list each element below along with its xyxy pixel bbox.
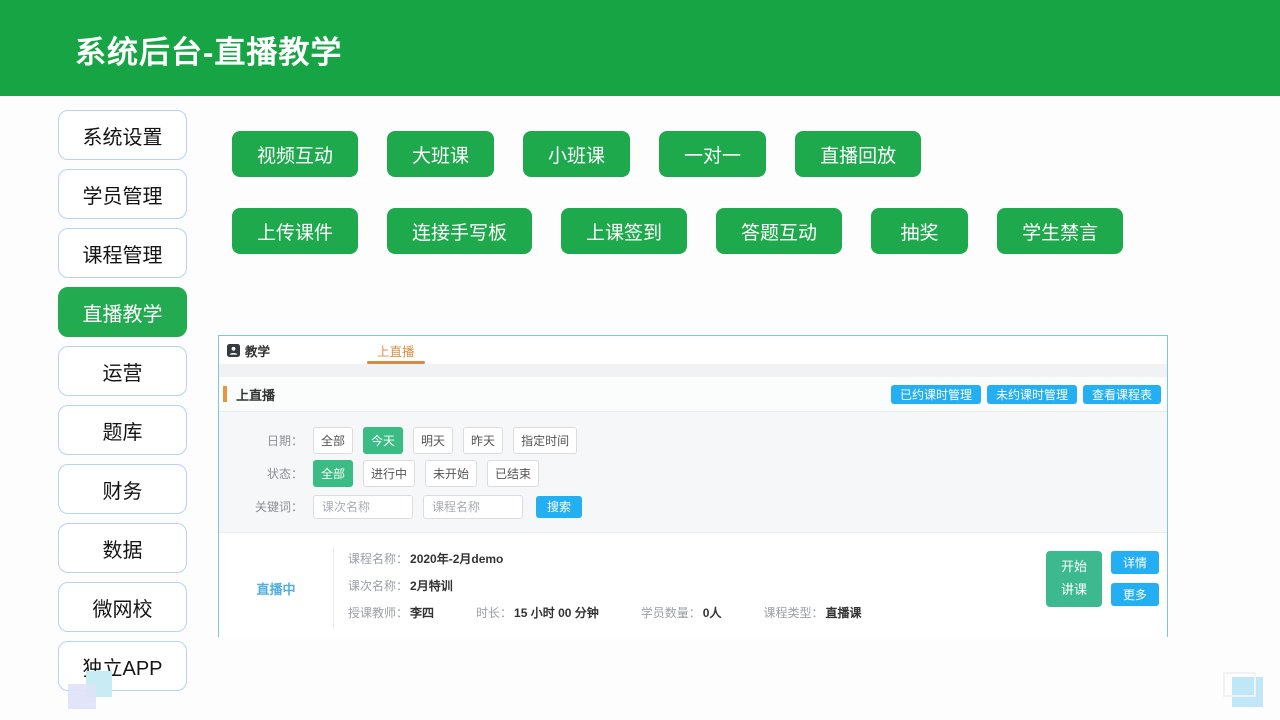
lesson-name-input[interactable] bbox=[313, 495, 413, 519]
page-header: 系统后台-直播教学 bbox=[0, 0, 1280, 96]
live-admin-panel: 教学 上直播 上直播 已约课时管理未约课时管理查看课程表 日期： 全部今天明天昨… bbox=[218, 335, 1168, 637]
lesson-name-value: 2月特训 bbox=[410, 579, 453, 593]
date-filter-label: 日期： bbox=[241, 432, 303, 449]
feature-button[interactable]: 视频互动 bbox=[232, 131, 358, 177]
sidebar: 系统设置学员管理课程管理直播教学运营题库财务数据微网校独立APP bbox=[58, 110, 187, 700]
filter-row-keyword: 关键词： 搜索 bbox=[241, 490, 1167, 523]
date-chip[interactable]: 明天 bbox=[413, 427, 453, 454]
top-action-button[interactable]: 未约课时管理 bbox=[987, 385, 1077, 404]
feature-button[interactable]: 上课签到 bbox=[561, 208, 687, 254]
lesson-name-label: 课次名称： bbox=[348, 579, 408, 593]
status-chip[interactable]: 全部 bbox=[313, 460, 353, 487]
filter-row-status: 状态： 全部进行中未开始已结束 bbox=[241, 457, 1167, 490]
section-accent-bar bbox=[223, 386, 227, 402]
status-filter-label: 状态： bbox=[241, 465, 303, 482]
tab-live[interactable]: 上直播 bbox=[370, 336, 422, 364]
sidebar-item[interactable]: 系统设置 bbox=[58, 110, 187, 160]
section-header: 上直播 已约课时管理未约课时管理查看课程表 bbox=[219, 377, 1167, 412]
duration-pair: 时长：15 小时 00 分钟 bbox=[476, 604, 599, 621]
status-chips: 全部进行中未开始已结束 bbox=[313, 460, 539, 487]
course-name-line: 课程名称：2020年-2月demo bbox=[348, 550, 1046, 567]
filters: 日期： 全部今天明天昨天指定时间 状态： 全部进行中未开始已结束 关键词： 搜索 bbox=[219, 412, 1167, 533]
feature-button[interactable]: 大班课 bbox=[387, 131, 494, 177]
decor-square-lavender bbox=[68, 684, 96, 709]
decor-square-outline bbox=[1223, 672, 1256, 697]
brand: 教学 bbox=[227, 341, 270, 360]
top-action-button[interactable]: 查看课程表 bbox=[1083, 385, 1161, 404]
teacher-pair: 授课教师：李四 bbox=[348, 604, 434, 621]
detail-button[interactable]: 详情 bbox=[1111, 551, 1159, 574]
feature-button[interactable]: 学生禁言 bbox=[997, 208, 1123, 254]
section-title: 上直播 bbox=[236, 385, 275, 404]
search-button[interactable]: 搜索 bbox=[536, 496, 582, 518]
session-details: 课程名称：2020年-2月demo 课次名称：2月特训 授课教师：李四 时长：1… bbox=[334, 545, 1046, 631]
panel-tabbar: 教学 上直播 bbox=[219, 336, 1167, 365]
feature-button[interactable]: 一对一 bbox=[659, 131, 766, 177]
feature-row-1: 视频互动大班课小班课一对一直播回放 bbox=[232, 131, 921, 177]
tab-live-label: 上直播 bbox=[377, 341, 415, 360]
filter-row-date: 日期： 全部今天明天昨天指定时间 bbox=[241, 424, 1167, 457]
feature-button[interactable]: 小班课 bbox=[523, 131, 630, 177]
page-title: 系统后台-直播教学 bbox=[0, 0, 1280, 72]
date-chip[interactable]: 全部 bbox=[313, 427, 353, 454]
date-chip[interactable]: 指定时间 bbox=[513, 427, 577, 454]
feature-row-2: 上传课件连接手写板上课签到答题互动抽奖学生禁言 bbox=[232, 208, 1123, 254]
status-chip[interactable]: 已结束 bbox=[487, 460, 539, 487]
status-chip[interactable]: 进行中 bbox=[363, 460, 415, 487]
feature-button[interactable]: 上传课件 bbox=[232, 208, 358, 254]
teaching-app-icon bbox=[227, 344, 240, 357]
sidebar-item[interactable]: 直播教学 bbox=[58, 287, 187, 337]
course-name-input[interactable] bbox=[423, 495, 523, 519]
feature-button[interactable]: 抽奖 bbox=[871, 208, 968, 254]
sidebar-item[interactable]: 学员管理 bbox=[58, 169, 187, 219]
course-type-pair: 课程类型：直播课 bbox=[763, 604, 861, 621]
start-class-line2: 讲课 bbox=[1061, 579, 1087, 602]
start-class-button[interactable]: 开始 讲课 bbox=[1046, 551, 1102, 607]
keyword-filter-label: 关键词： bbox=[241, 498, 303, 515]
date-chip[interactable]: 今天 bbox=[363, 427, 403, 454]
sidebar-item[interactable]: 微网校 bbox=[58, 582, 187, 632]
sidebar-item[interactable]: 数据 bbox=[58, 523, 187, 573]
status-chip[interactable]: 未开始 bbox=[425, 460, 477, 487]
divider-strip bbox=[219, 365, 1167, 377]
feature-button[interactable]: 答题互动 bbox=[716, 208, 842, 254]
course-name-label: 课程名称： bbox=[348, 552, 408, 566]
top-actions: 已约课时管理未约课时管理查看课程表 bbox=[891, 385, 1161, 404]
sidebar-item[interactable]: 课程管理 bbox=[58, 228, 187, 278]
sidebar-item[interactable]: 财务 bbox=[58, 464, 187, 514]
sidebar-item[interactable]: 题库 bbox=[58, 405, 187, 455]
row-actions: 开始 讲课 详情 更多 bbox=[1046, 545, 1159, 631]
feature-button[interactable]: 直播回放 bbox=[795, 131, 921, 177]
date-chip[interactable]: 昨天 bbox=[463, 427, 503, 454]
sidebar-item[interactable]: 运营 bbox=[58, 346, 187, 396]
students-pair: 学员数量：0人 bbox=[641, 604, 722, 621]
live-session-row: 直播中 课程名称：2020年-2月demo 课次名称：2月特训 授课教师：李四 … bbox=[219, 533, 1167, 639]
start-class-line1: 开始 bbox=[1061, 556, 1087, 579]
feature-button[interactable]: 连接手写板 bbox=[387, 208, 532, 254]
top-action-button[interactable]: 已约课时管理 bbox=[891, 385, 981, 404]
brand-label: 教学 bbox=[245, 341, 270, 360]
live-status-badge: 直播中 bbox=[219, 545, 333, 631]
lesson-name-line: 课次名称：2月特训 bbox=[348, 577, 1046, 594]
mini-actions: 详情 更多 bbox=[1111, 551, 1159, 631]
date-chips: 全部今天明天昨天指定时间 bbox=[313, 427, 577, 454]
more-button[interactable]: 更多 bbox=[1111, 583, 1159, 606]
session-meta-line: 授课教师：李四 时长：15 小时 00 分钟 学员数量：0人 课程类型：直播课 bbox=[348, 604, 1046, 621]
course-name-value: 2020年-2月demo bbox=[410, 552, 503, 566]
